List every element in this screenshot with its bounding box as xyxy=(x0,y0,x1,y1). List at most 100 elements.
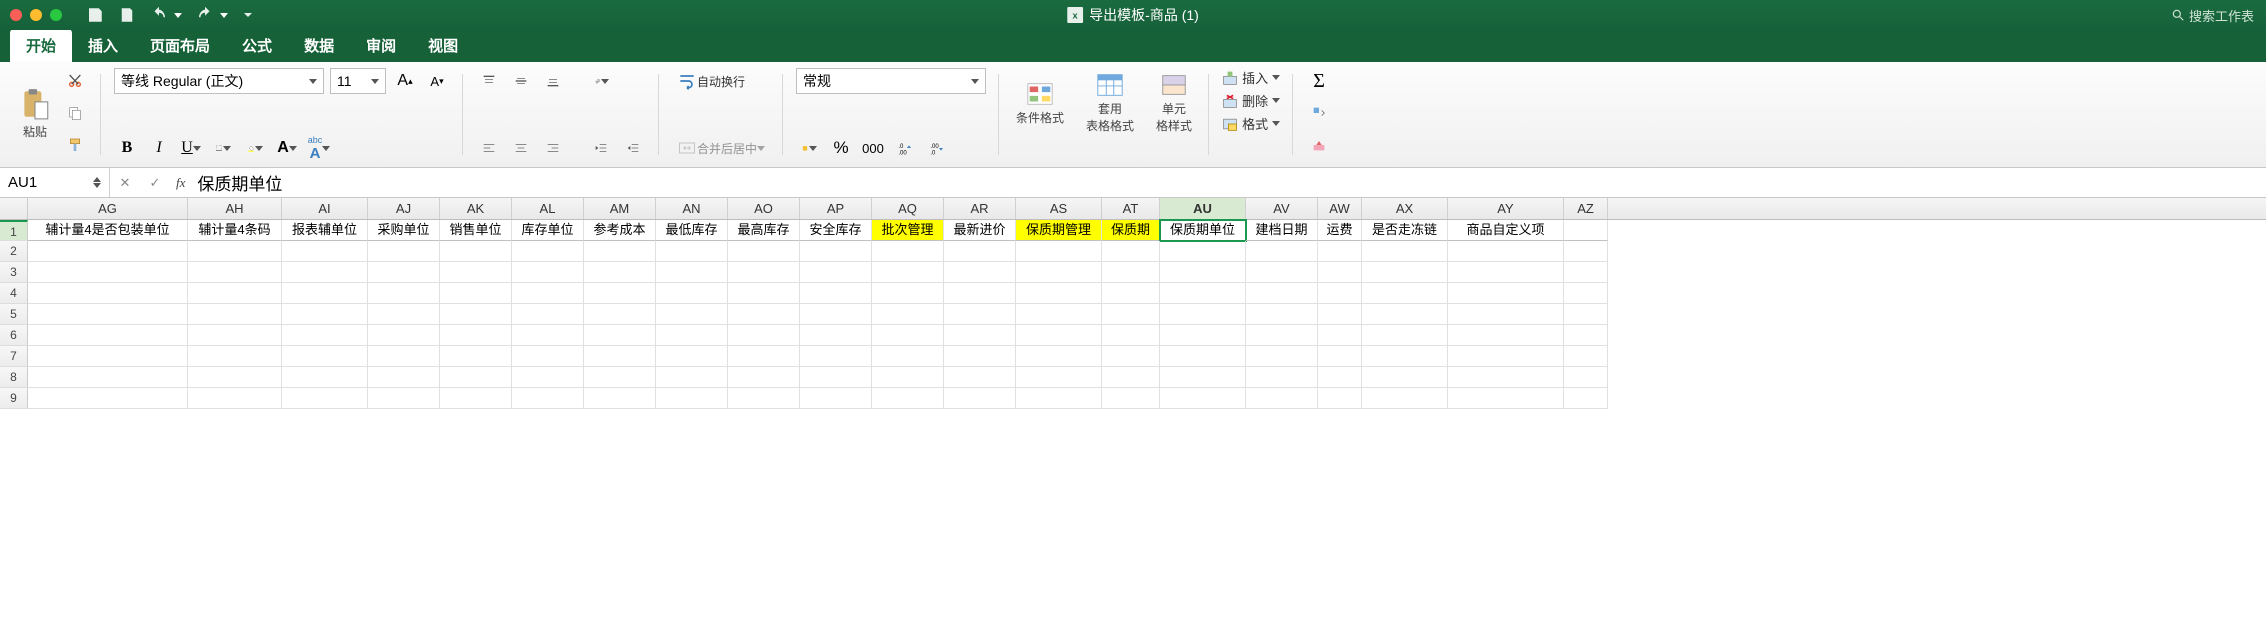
cell[interactable] xyxy=(1564,262,1608,283)
cell[interactable] xyxy=(944,262,1016,283)
decrease-indent-button[interactable] xyxy=(588,135,614,161)
cut-button[interactable] xyxy=(62,68,88,94)
cell[interactable] xyxy=(1102,346,1160,367)
column-header-AR[interactable]: AR xyxy=(944,198,1016,219)
save-file-icon[interactable] xyxy=(86,6,104,24)
column-header-AL[interactable]: AL xyxy=(512,198,584,219)
cell[interactable] xyxy=(1318,241,1362,262)
tab-review[interactable]: 审阅 xyxy=(350,29,412,62)
column-header-AP[interactable]: AP xyxy=(800,198,872,219)
cell[interactable] xyxy=(1318,283,1362,304)
column-header-AO[interactable]: AO xyxy=(728,198,800,219)
cell[interactable]: 最新进价 xyxy=(944,220,1016,241)
bold-button[interactable]: B xyxy=(114,135,140,161)
cell[interactable]: 运费 xyxy=(1318,220,1362,241)
cell[interactable] xyxy=(188,367,282,388)
align-bottom-button[interactable] xyxy=(540,68,566,94)
cell[interactable] xyxy=(1564,367,1608,388)
cell[interactable] xyxy=(872,283,944,304)
search-sheet[interactable]: 搜索工作表 xyxy=(2171,6,2254,25)
cell[interactable]: 采购单位 xyxy=(368,220,440,241)
cell[interactable] xyxy=(656,388,728,409)
cell[interactable] xyxy=(188,325,282,346)
format-as-table-button[interactable]: 套用 表格格式 xyxy=(1082,68,1138,136)
cell[interactable] xyxy=(1016,262,1102,283)
name-box-spinner[interactable] xyxy=(93,177,101,188)
cell[interactable] xyxy=(188,304,282,325)
cell[interactable] xyxy=(584,304,656,325)
cell[interactable] xyxy=(28,241,188,262)
cell[interactable] xyxy=(368,325,440,346)
cell[interactable] xyxy=(188,346,282,367)
cell[interactable] xyxy=(656,304,728,325)
row-header[interactable]: 4 xyxy=(0,283,28,304)
cell[interactable] xyxy=(728,283,800,304)
column-header-AY[interactable]: AY xyxy=(1448,198,1564,219)
column-header-AV[interactable]: AV xyxy=(1246,198,1318,219)
cell[interactable] xyxy=(1246,283,1318,304)
decrease-decimal-button[interactable]: .00.0 xyxy=(924,135,950,161)
cell[interactable] xyxy=(28,283,188,304)
cell[interactable] xyxy=(1448,304,1564,325)
cell[interactable] xyxy=(1246,325,1318,346)
cell[interactable] xyxy=(368,388,440,409)
cell[interactable] xyxy=(1318,325,1362,346)
cell[interactable] xyxy=(1362,283,1448,304)
cell[interactable] xyxy=(800,367,872,388)
cell[interactable] xyxy=(440,262,512,283)
cell[interactable] xyxy=(1318,346,1362,367)
cell[interactable] xyxy=(1318,388,1362,409)
row-header[interactable]: 2 xyxy=(0,241,28,262)
cell[interactable] xyxy=(368,346,440,367)
align-center-button[interactable] xyxy=(508,135,534,161)
cell[interactable] xyxy=(1102,304,1160,325)
cell[interactable]: 辅计量4是否包装单位 xyxy=(28,220,188,241)
cell[interactable] xyxy=(872,346,944,367)
cell[interactable] xyxy=(282,346,368,367)
minimize-window[interactable] xyxy=(30,9,42,21)
tab-home[interactable]: 开始 xyxy=(10,29,72,62)
cell[interactable] xyxy=(584,241,656,262)
cell[interactable] xyxy=(28,367,188,388)
cell[interactable] xyxy=(282,304,368,325)
cell[interactable] xyxy=(282,388,368,409)
cell[interactable] xyxy=(944,325,1016,346)
row-header[interactable]: 7 xyxy=(0,346,28,367)
cell[interactable]: 是否走冻链 xyxy=(1362,220,1448,241)
cell[interactable] xyxy=(1448,388,1564,409)
cell[interactable] xyxy=(944,241,1016,262)
cell[interactable] xyxy=(1160,241,1246,262)
column-header-AN[interactable]: AN xyxy=(656,198,728,219)
column-header-AT[interactable]: AT xyxy=(1102,198,1160,219)
cell[interactable]: 参考成本 xyxy=(584,220,656,241)
cell[interactable] xyxy=(1362,367,1448,388)
cell[interactable] xyxy=(512,346,584,367)
tab-data[interactable]: 数据 xyxy=(288,29,350,62)
cell[interactable] xyxy=(512,367,584,388)
cell[interactable] xyxy=(728,325,800,346)
fx-icon[interactable]: fx xyxy=(170,175,191,191)
cell[interactable] xyxy=(1160,346,1246,367)
cell[interactable] xyxy=(1160,283,1246,304)
cell[interactable] xyxy=(872,367,944,388)
cell[interactable] xyxy=(512,325,584,346)
cell[interactable] xyxy=(1362,325,1448,346)
fill-color-button[interactable] xyxy=(242,135,268,161)
cell[interactable] xyxy=(368,283,440,304)
cell[interactable]: 最低库存 xyxy=(656,220,728,241)
cell[interactable] xyxy=(282,283,368,304)
cell[interactable] xyxy=(1102,367,1160,388)
cell[interactable] xyxy=(1246,367,1318,388)
cell[interactable] xyxy=(282,325,368,346)
cell[interactable] xyxy=(368,304,440,325)
cell[interactable] xyxy=(1160,388,1246,409)
cell[interactable] xyxy=(188,388,282,409)
cell[interactable] xyxy=(1102,262,1160,283)
column-header-AM[interactable]: AM xyxy=(584,198,656,219)
column-header-AG[interactable]: AG xyxy=(28,198,188,219)
row-header[interactable]: 9 xyxy=(0,388,28,409)
cell[interactable] xyxy=(188,283,282,304)
row-header[interactable]: 6 xyxy=(0,325,28,346)
cell[interactable] xyxy=(656,346,728,367)
cell[interactable] xyxy=(800,388,872,409)
